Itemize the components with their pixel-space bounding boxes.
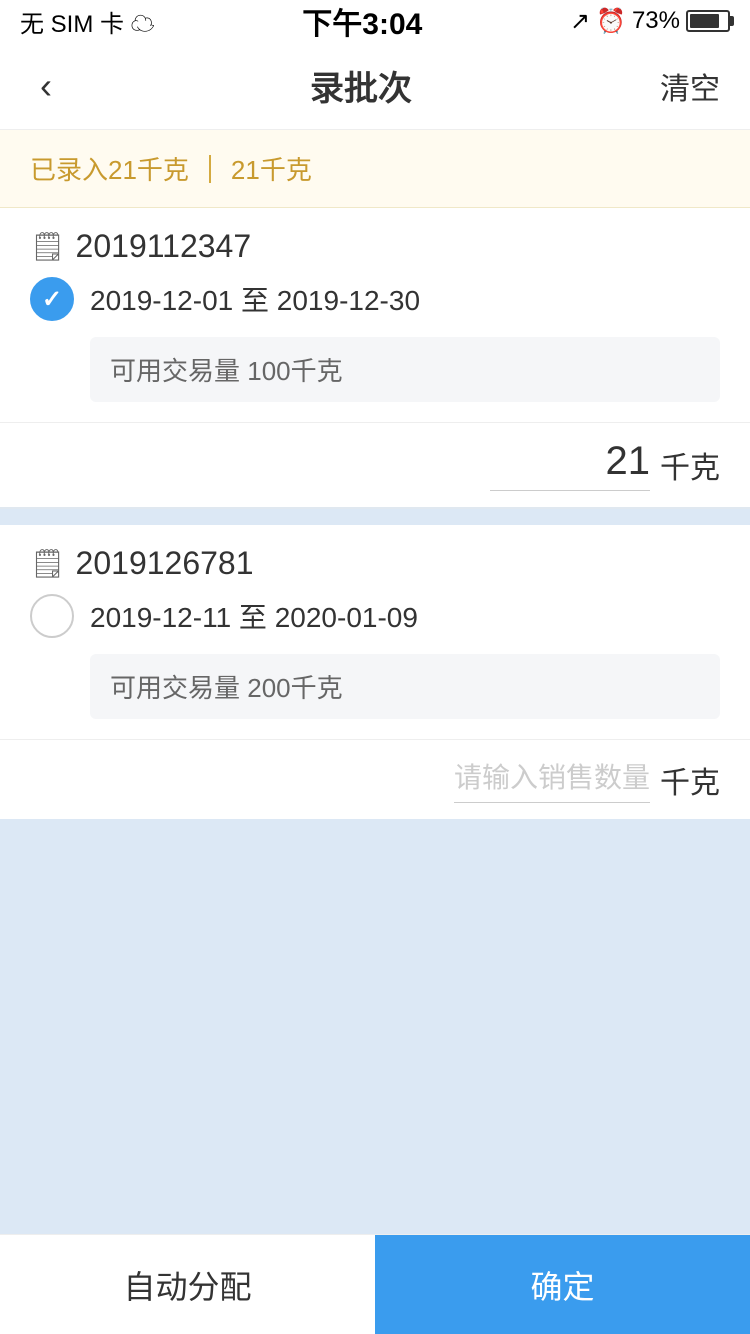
qty-input-wrapper-1: 21 [490,439,650,491]
radio-1[interactable]: ✓ [30,277,74,321]
recorded-label: 已录入21千克 [30,150,189,187]
batch-date-row-2: 2019-12-11 至 2020-01-09 [30,594,720,638]
confirm-button[interactable]: 确定 [375,1235,750,1334]
batch-id-icon-2: 🗒 [30,547,66,580]
batch-date-2: 2019-12-11 至 2020-01-09 [90,596,418,636]
auto-distribute-button[interactable]: 自动分配 [0,1235,375,1334]
bottom-bar: 自动分配 确定 [0,1234,750,1334]
location-icon: ↗ [570,7,590,36]
recorded-value: 21千克 [231,150,312,187]
batch-item-2: 🗒 2019126781 2019-12-11 至 2020-01-09 可用交… [0,525,750,819]
status-left: 无 SIM 卡 ☁ [20,4,155,39]
available-label-1: 可用交易量 [110,356,240,386]
batch-item-2-body: 🗒 2019126781 2019-12-11 至 2020-01-09 可用交… [0,525,750,739]
no-sim-label: 无 SIM 卡 ☁ [20,4,155,39]
battery-percent: 73% [632,7,680,35]
batch-id-header-1: 🗒 2019112347 [30,228,720,265]
content-area: 🗒 2019112347 ✓ 2019-12-01 至 2019-12-30 可… [0,208,750,1334]
available-label-2: 可用交易量 [110,673,240,703]
available-qty-2: 可用交易量 200千克 [90,654,720,719]
batch-id-header-2: 🗒 2019126781 [30,545,720,582]
status-bar: 无 SIM 卡 ☁ 下午3:04 ↗ ⏰ 73% [0,0,750,42]
bottom-spacer [0,819,750,1219]
qty-input-placeholder-2: 请输入销售数量 [454,762,650,793]
banner-divider [209,155,211,183]
batch-date-1: 2019-12-01 至 2019-12-30 [90,279,420,319]
back-button[interactable]: ‹ [30,55,62,117]
batch-item-1: 🗒 2019112347 ✓ 2019-12-01 至 2019-12-30 可… [0,208,750,507]
available-qty-unit-1: 100千克 [247,356,342,386]
input-row-1: 21 千克 [0,422,750,507]
info-banner: 已录入21千克 21千克 [0,130,750,208]
batch-date-row-1: ✓ 2019-12-01 至 2019-12-30 [30,277,720,321]
status-time: 下午3:04 [302,0,422,43]
qty-unit-1: 千克 [660,443,720,487]
radio-2[interactable] [30,594,74,638]
page-title: 录批次 [310,61,412,110]
batch-item-1-body: 🗒 2019112347 ✓ 2019-12-01 至 2019-12-30 可… [0,208,750,422]
status-right: ↗ ⏰ 73% [570,7,730,36]
clear-button[interactable]: 清空 [660,64,720,108]
nav-bar: ‹ 录批次 清空 [0,42,750,130]
alarm-icon: ⏰ [596,7,626,36]
available-qty-1: 可用交易量 100千克 [90,337,720,402]
qty-unit-2: 千克 [660,758,720,802]
section-divider [0,507,750,509]
batch-id-2: 2019126781 [76,545,254,582]
qty-input-wrapper-2: 请输入销售数量 [454,756,650,803]
batch-id-icon-1: 🗒 [30,230,66,263]
check-icon-1: ✓ [42,285,62,314]
qty-input-1[interactable]: 21 [606,439,651,483]
available-qty-unit-2: 200千克 [247,673,342,703]
batch-id-1: 2019112347 [76,228,252,265]
input-row-2: 请输入销售数量 千克 [0,739,750,819]
battery-icon [686,10,730,32]
